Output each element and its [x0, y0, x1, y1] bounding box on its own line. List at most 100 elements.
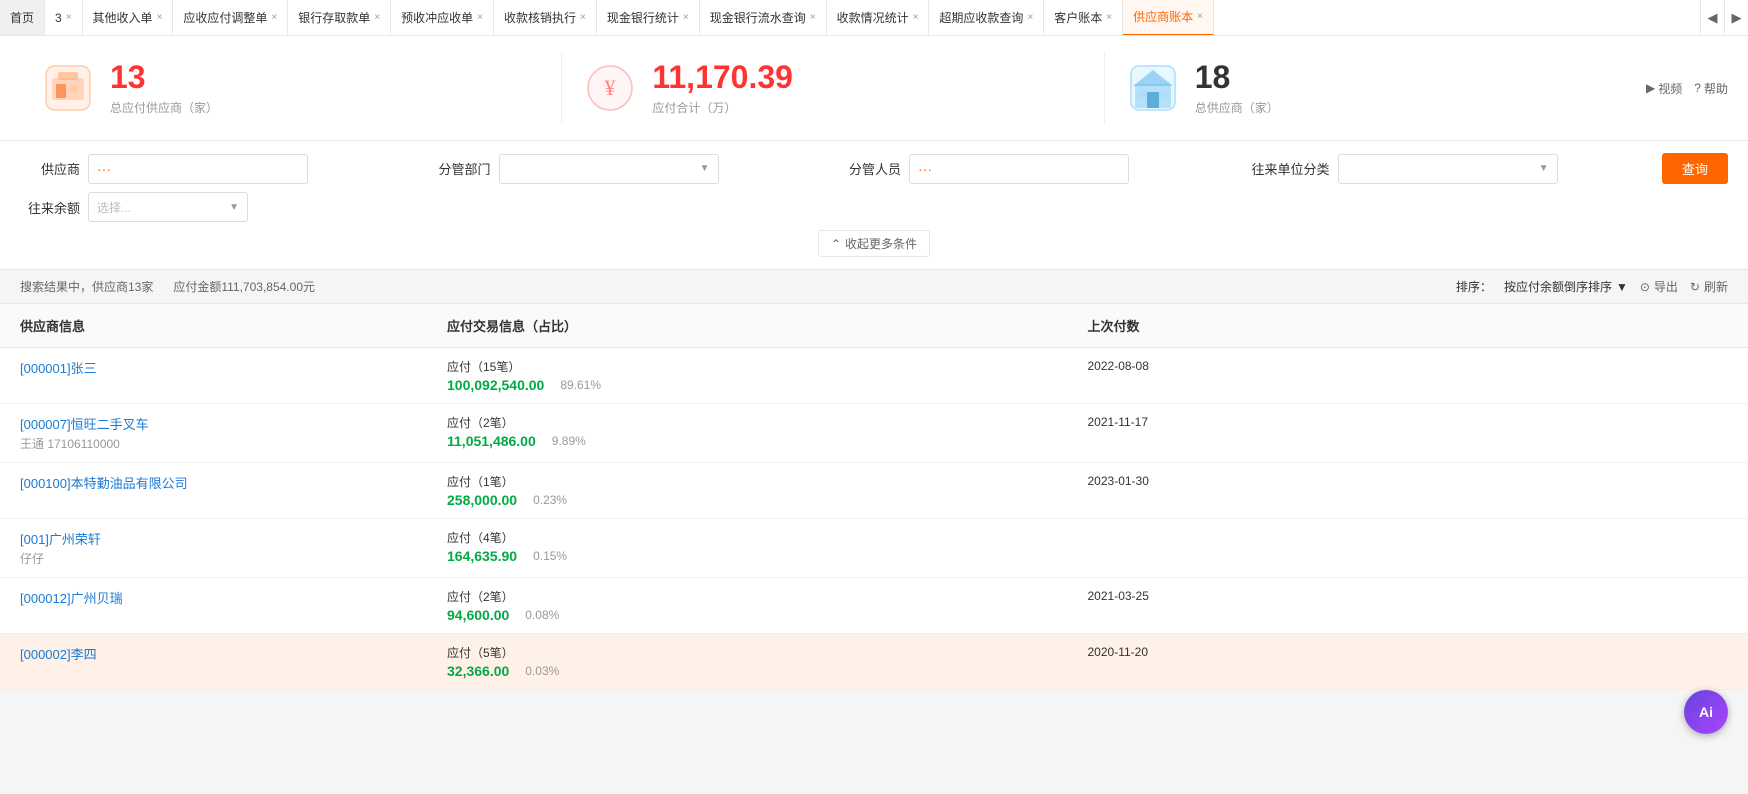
result-bar: 搜索结果中，供应商13家 应付金额111,703,854.00元 排序： 按应付…	[0, 270, 1748, 304]
person-input[interactable]: ···	[909, 154, 1129, 184]
supplier-cell-3: [001]广州荣轩 仔仔	[20, 529, 447, 567]
dept-input[interactable]: ▼	[499, 154, 719, 184]
header-stats: 13 总应付供应商（家） ¥ 11,170.39 应付合计（万）	[0, 36, 1748, 141]
supplier-link-1[interactable]: [000007]恒旺二手叉车	[20, 417, 149, 432]
trans-percent-5: 0.03%	[525, 664, 559, 678]
nav-tab-customer-ledger[interactable]: 客户账本 ×	[1044, 0, 1123, 36]
collapse-label: 收起更多条件	[845, 235, 917, 252]
trans-amount-4[interactable]: 94,600.00	[447, 607, 509, 623]
stat-card-total-suppliers: 18 总供应商（家）	[1104, 52, 1646, 124]
close-icon[interactable]: ×	[913, 12, 919, 23]
stat-label-total: 应付合计（万）	[652, 99, 793, 116]
nav-prev-arrow[interactable]: ◀	[1700, 0, 1724, 36]
trans-percent-1: 9.89%	[552, 434, 586, 448]
table-row: [000012]广州贝瑞 应付（2笔） 94,600.00 0.08% 2021…	[0, 578, 1748, 634]
top-navigation: 首页 3 × 其他收入单 × 应收应付调整单 × 银行存取款单 × 预收冲应收单…	[0, 0, 1748, 36]
trans-percent-0: 89.61%	[560, 378, 601, 392]
supplier-link-3[interactable]: [001]广州荣轩	[20, 532, 101, 547]
balance-input[interactable]: 选择... ▼	[88, 192, 248, 222]
close-icon[interactable]: ×	[580, 12, 586, 23]
trans-amount-3[interactable]: 164,635.90	[447, 548, 517, 564]
last-pay-date-1: 2021-11-17	[1088, 415, 1149, 429]
close-icon[interactable]: ×	[66, 12, 72, 23]
nav-tab-collection[interactable]: 收款核销执行 ×	[494, 0, 597, 36]
nav-tab-bank-label: 银行存取款单	[298, 9, 370, 26]
supplier-link-2[interactable]: [000100]本特勤油品有限公司	[20, 476, 188, 491]
video-icon: ▶	[1646, 81, 1655, 95]
close-icon[interactable]: ×	[1106, 12, 1112, 23]
help-icon: ?	[1694, 81, 1701, 95]
close-icon[interactable]: ×	[683, 12, 689, 23]
nav-tab-collection-stats[interactable]: 收款情况统计 ×	[827, 0, 930, 36]
trans-amount-1[interactable]: 11,051,486.00	[447, 433, 536, 449]
lastpay-cell-0: 2022-08-08	[1088, 358, 1515, 373]
close-icon[interactable]: ×	[271, 12, 277, 23]
trans-amount-5[interactable]: 32,366.00	[447, 663, 509, 679]
filter-item-category: 往来单位分类 ▼	[1252, 154, 1643, 184]
category-filter-label: 往来单位分类	[1252, 159, 1330, 178]
balance-dropdown-icon: ▼	[229, 202, 239, 213]
close-icon[interactable]: ×	[1197, 11, 1203, 22]
person-filter-label: 分管人员	[841, 159, 901, 178]
trans-label-0: 应付（15笔）	[447, 358, 1088, 375]
nav-tab-home-label: 首页	[10, 9, 34, 26]
nav-tab-cash-bank-stats[interactable]: 现金银行统计 ×	[597, 0, 700, 36]
category-dropdown-icon: ▼	[1539, 163, 1549, 174]
trans-percent-4: 0.08%	[525, 608, 559, 622]
supplier-sub-1: 王通 17106110000	[20, 435, 447, 452]
refresh-icon: ↻	[1690, 280, 1700, 294]
supplier-cell-5: [000002]李四	[20, 644, 447, 663]
result-supplier-count: 搜索结果中，供应商13家	[20, 278, 153, 295]
supplier-table: 供应商信息 应付交易信息（占比） 上次付数 [000001]张三 应付（15笔）…	[0, 304, 1748, 690]
filter-area: 供应商 ··· 分管部门 ▼ 分管人员 ··· 往来单位分类 ▼	[0, 141, 1748, 270]
supplier-input[interactable]: ···	[88, 154, 308, 184]
export-button[interactable]: ⊙ 导出	[1640, 278, 1678, 295]
nav-tab-overdue[interactable]: 超期应收款查询 ×	[929, 0, 1044, 36]
close-icon[interactable]: ×	[374, 12, 380, 23]
nav-tab-cash-flow[interactable]: 现金银行流水查询 ×	[700, 0, 827, 36]
transaction-cell-1: 应付（2笔） 11,051,486.00 9.89%	[447, 414, 1088, 449]
transaction-cell-0: 应付（15笔） 100,092,540.00 89.61%	[447, 358, 1088, 393]
supplier-link-0[interactable]: [000001]张三	[20, 361, 97, 376]
close-icon[interactable]: ×	[810, 12, 816, 23]
supplier-link-4[interactable]: [000012]广州贝瑞	[20, 591, 123, 606]
export-label: 导出	[1654, 278, 1678, 295]
nav-tab-advance[interactable]: 预收冲应收单 ×	[391, 0, 494, 36]
video-link[interactable]: ▶ 视频	[1646, 80, 1682, 97]
nav-tab-3[interactable]: 3 ×	[45, 0, 83, 36]
category-input[interactable]: ▼	[1338, 154, 1558, 184]
search-button[interactable]: 查询	[1662, 153, 1728, 184]
trans-amount-0[interactable]: 100,092,540.00	[447, 377, 544, 393]
nav-tab-adjust-label: 应收应付调整单	[183, 9, 267, 26]
help-link[interactable]: ? 帮助	[1694, 80, 1728, 97]
stat-number-payable: 13	[110, 60, 218, 95]
table-row: [000001]张三 应付（15笔） 100,092,540.00 89.61%…	[0, 348, 1748, 404]
nav-tab-bank[interactable]: 银行存取款单 ×	[288, 0, 391, 36]
collapse-filters-button[interactable]: ⌃ 收起更多条件	[818, 230, 930, 257]
nav-tab-other-income[interactable]: 其他收入单 ×	[83, 0, 174, 36]
sort-select[interactable]: 按应付余额倒序排序 ▼	[1504, 278, 1628, 295]
close-icon[interactable]: ×	[157, 12, 163, 23]
supplier-input-dots: ···	[97, 161, 111, 177]
close-icon[interactable]: ×	[477, 12, 483, 23]
collapse-icon: ⌃	[831, 237, 841, 251]
lastpay-cell-1: 2021-11-17	[1088, 414, 1515, 429]
close-icon[interactable]: ×	[1027, 12, 1033, 23]
filter-row-1: 供应商 ··· 分管部门 ▼ 分管人员 ··· 往来单位分类 ▼	[20, 153, 1728, 184]
export-icon: ⊙	[1640, 280, 1650, 294]
header-transaction: 应付交易信息（占比）	[447, 316, 1088, 335]
filter-item-supplier: 供应商 ···	[20, 154, 411, 184]
table-row: [000100]本特勤油品有限公司 应付（1笔） 258,000.00 0.23…	[0, 463, 1748, 519]
trans-amount-2[interactable]: 258,000.00	[447, 492, 517, 508]
header-supplier: 供应商信息	[20, 316, 447, 335]
nav-tab-other-income-label: 其他收入单	[93, 9, 153, 26]
supplier-link-5[interactable]: [000002]李四	[20, 647, 97, 662]
refresh-button[interactable]: ↻ 刷新	[1690, 278, 1728, 295]
ai-button[interactable]: Ai	[1684, 690, 1728, 734]
nav-tab-3-label: 3	[55, 11, 62, 25]
nav-tab-adjust[interactable]: 应收应付调整单 ×	[173, 0, 288, 36]
nav-tab-customer-ledger-label: 客户账本	[1054, 9, 1102, 26]
nav-tab-home[interactable]: 首页	[0, 0, 45, 36]
nav-next-arrow[interactable]: ▶	[1724, 0, 1748, 36]
nav-tab-supplier-ledger[interactable]: 供应商账本 ×	[1123, 0, 1214, 36]
